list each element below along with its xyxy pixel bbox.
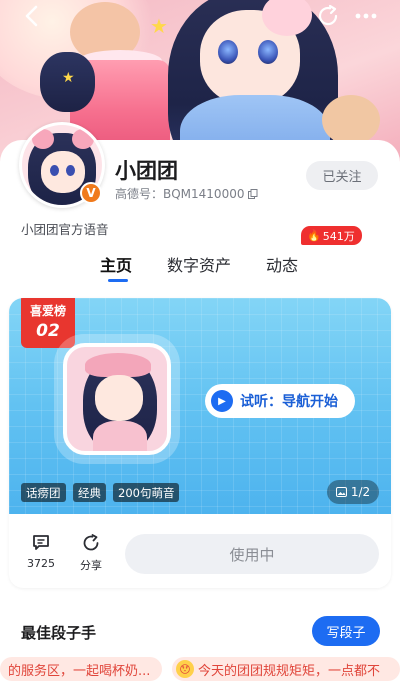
rank-title: 喜爱榜 <box>29 304 66 318</box>
cover-pig-hat <box>85 353 151 377</box>
voice-pack-cover <box>63 343 171 455</box>
hero-eye-left <box>218 40 238 64</box>
star-icon: ★ <box>62 70 75 86</box>
audition-button[interactable]: ▶ 试听：导航开始 <box>205 384 355 418</box>
avatar-ear <box>32 129 54 149</box>
cover-body <box>93 421 147 451</box>
share-label: 分享 <box>80 559 102 572</box>
tab-active-indicator <box>108 279 128 282</box>
image-icon <box>335 487 347 497</box>
comment-icon <box>21 534 61 554</box>
share-icon <box>71 534 111 554</box>
tag: 经典 <box>73 483 106 502</box>
image-pager[interactable]: 1/2 <box>327 480 379 504</box>
profile-id[interactable]: 高德号：BQM1410000 <box>115 185 258 202</box>
share-icon <box>318 4 338 26</box>
tab-dynamics[interactable]: 动态 <box>266 252 298 276</box>
hero-eye-right <box>258 40 278 64</box>
back-button[interactable] <box>18 2 46 30</box>
tab-digital-assets[interactable]: 数字资产 <box>167 252 231 276</box>
share-button[interactable] <box>314 2 342 30</box>
voice-pack-card: 喜爱榜 02 ▶ 试听：导航开始 话痨团 经典 200句萌音 1/2 3725 … <box>9 298 391 588</box>
joke-bubble[interactable]: 的服务区，一起喝杯奶... <box>0 657 162 681</box>
play-icon: ▶ <box>211 390 233 412</box>
follow-button[interactable]: 已关注 <box>306 161 378 190</box>
avatar-ear <box>72 129 94 149</box>
avatar-face <box>41 151 85 193</box>
tag: 话痨团 <box>21 483 66 502</box>
write-joke-button[interactable]: 写段子 <box>312 616 380 646</box>
joke-text: 今天的团团规规矩矩，一点都不 <box>198 663 381 679</box>
emoji-icon: 😯 <box>176 660 194 678</box>
tab-home[interactable]: 主页 <box>100 252 132 276</box>
comment-count: 3725 <box>27 557 55 570</box>
audition-label: 试听：导航开始 <box>240 394 338 410</box>
chevron-left-icon <box>25 5 38 27</box>
joke-bubble[interactable]: 😯 今天的团团规规矩矩，一点都不 <box>172 657 400 681</box>
hot-badge: 🔥 541万 <box>301 226 362 245</box>
hot-count: 541万 <box>322 229 355 243</box>
v-badge-icon: V <box>80 182 102 204</box>
use-button[interactable]: 使用中 <box>125 534 379 574</box>
avatar-eye <box>66 165 75 176</box>
profile-description: 小团团官方语音 <box>21 222 109 237</box>
hero-bear-right <box>322 95 380 145</box>
profile-name: 小团团 <box>115 159 178 183</box>
star-icon: ★ <box>150 14 168 38</box>
voice-pack-banner[interactable]: 喜爱榜 02 ▶ 试听：导航开始 话痨团 经典 200句萌音 1/2 <box>9 298 391 514</box>
section-title: 最佳段子手 <box>21 624 97 642</box>
fire-icon: 🔥 <box>307 229 321 242</box>
pager-text: 1/2 <box>350 485 371 499</box>
tag: 200句萌音 <box>113 483 180 502</box>
tab-bar: 主页 数字资产 动态 <box>0 252 400 286</box>
avatar-eye <box>50 165 59 176</box>
copy-icon[interactable] <box>248 189 258 199</box>
profile-id-text: 高德号：BQM1410000 <box>115 187 245 201</box>
joke-text: 的服务区，一起喝杯奶... <box>8 663 151 679</box>
more-icon <box>355 13 377 19</box>
cover-face <box>95 375 143 421</box>
comment-button[interactable]: 3725 <box>21 534 61 570</box>
voice-pack-actions: 3725 分享 使用中 <box>9 514 391 588</box>
more-button[interactable] <box>352 2 380 30</box>
share-action-button[interactable]: 分享 <box>71 534 111 573</box>
